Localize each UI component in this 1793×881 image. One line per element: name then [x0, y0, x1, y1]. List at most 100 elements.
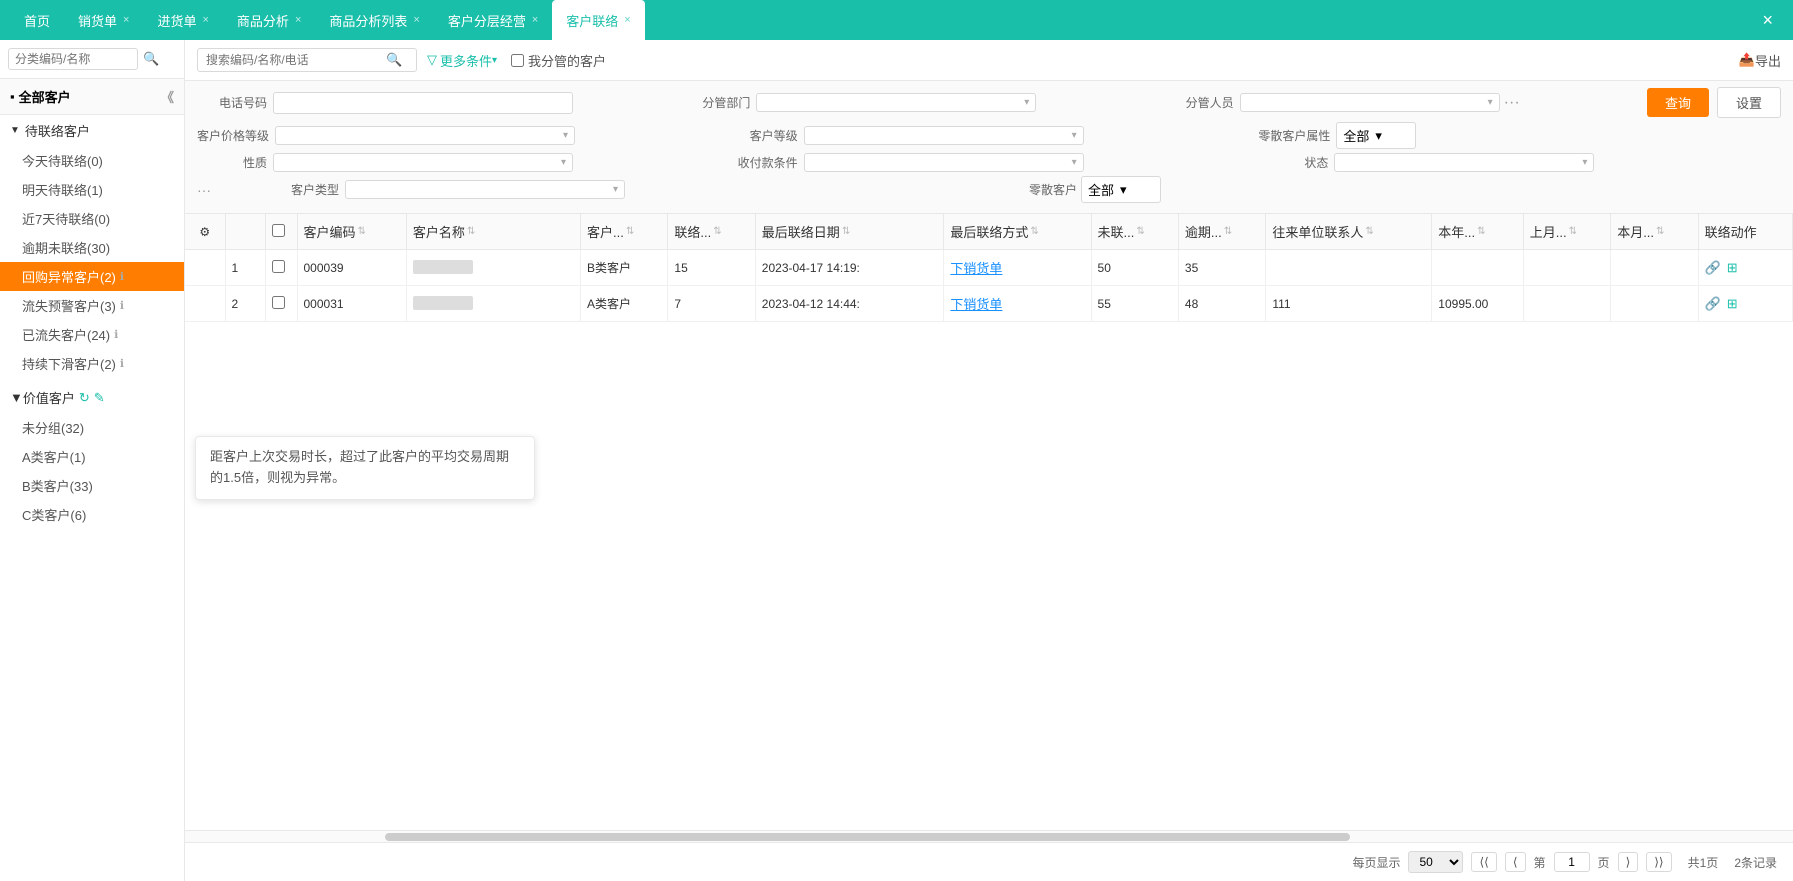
repurchase-info-icon[interactable]: ℹ: [120, 270, 124, 283]
sidebar-item-lost-preview[interactable]: 流失预警客户(3) ℹ: [0, 291, 184, 320]
cell-last-month-1: [1523, 286, 1610, 322]
close-product-analysis-icon[interactable]: ×: [295, 14, 301, 26]
nav-home[interactable]: 首页: [10, 0, 64, 40]
cell-action-1: 🔗 ⊞: [1698, 286, 1792, 322]
nav-purchase[interactable]: 进货单 ×: [143, 0, 222, 40]
gender-select[interactable]: ▾: [273, 153, 573, 172]
pagination-bar: 每页显示 50 100 ⟨⟨ ⟨ 第 页 ⟩ ⟩⟩ 共1页 2条记录: [185, 842, 1793, 881]
close-all-button[interactable]: ×: [1752, 10, 1783, 31]
th-last-month[interactable]: 上月... ⇅: [1523, 214, 1610, 250]
row-checkbox-1[interactable]: [272, 296, 285, 309]
cell-last-method-0[interactable]: 下销货单: [944, 250, 1091, 286]
top-nav: 首页 销货单 × 进货单 × 商品分析 × 商品分析列表 × 客户分层经营 × …: [0, 0, 1793, 40]
phone-input[interactable]: [273, 92, 573, 114]
pending-contact-group[interactable]: ▼ 待联络客户: [0, 115, 184, 146]
th-overdue[interactable]: 逾期... ⇅: [1178, 214, 1265, 250]
th-category[interactable]: 客户... ⇅: [581, 214, 668, 250]
close-product-list-icon[interactable]: ×: [413, 14, 419, 26]
sidebar-item-unclassified[interactable]: 未分组(32): [0, 413, 184, 442]
filter-icon: ▽: [427, 52, 437, 68]
dept-select[interactable]: ▾: [756, 93, 1036, 112]
sidebar-item-7days[interactable]: 近7天待联络(0): [0, 204, 184, 233]
zero-customer-select[interactable]: 全部 ▾: [1081, 176, 1161, 203]
th-contact[interactable]: 联络... ⇅: [668, 214, 755, 250]
zero-customer-attr-select[interactable]: 全部 ▾: [1336, 122, 1416, 149]
person-select[interactable]: ▾: [1240, 93, 1500, 112]
th-last-contact-date[interactable]: 最后联络日期 ⇅: [755, 214, 944, 250]
th-checkbox[interactable]: [265, 214, 297, 250]
payment-select[interactable]: ▾: [804, 153, 1084, 172]
customer-level-select[interactable]: ▾: [804, 126, 1084, 145]
sidebar-item-class-b[interactable]: B类客户(33): [0, 471, 184, 500]
last-method-link-0[interactable]: 下销货单: [950, 261, 1002, 276]
nav-product-analysis-list[interactable]: 商品分析列表 ×: [315, 0, 433, 40]
next-page-btn[interactable]: ⟩: [1618, 852, 1639, 872]
nav-customer-segment[interactable]: 客户分层经营 ×: [434, 0, 552, 40]
select-all-checkbox[interactable]: [272, 224, 285, 237]
my-customers-checkbox-label[interactable]: 我分管的客户: [511, 51, 606, 70]
th-this-month[interactable]: 本月... ⇅: [1611, 214, 1698, 250]
close-sales-icon[interactable]: ×: [123, 14, 129, 26]
settings-button[interactable]: 设置: [1717, 87, 1781, 118]
sidebar-item-tomorrow[interactable]: 明天待联络(1): [0, 175, 184, 204]
sidebar-item-today[interactable]: 今天待联络(0): [0, 146, 184, 175]
main-search-icon[interactable]: 🔍: [386, 52, 402, 68]
sidebar-item-declining[interactable]: 持续下滑客户(2) ℹ: [0, 349, 184, 378]
export-button[interactable]: 📤 导出: [1739, 51, 1781, 70]
refresh-icon[interactable]: ↻: [79, 390, 90, 406]
zero-customer-attr-field: 零散客户属性 全部 ▾: [1258, 122, 1781, 149]
my-customers-checkbox[interactable]: [511, 54, 524, 67]
person-dots[interactable]: ···: [1504, 94, 1520, 112]
per-page-select[interactable]: 50 100: [1408, 851, 1463, 873]
nav-sales[interactable]: 销货单 ×: [64, 0, 143, 40]
close-customer-segment-icon[interactable]: ×: [532, 14, 538, 26]
last-page-btn[interactable]: ⟩⟩: [1646, 852, 1671, 872]
close-customer-contact-icon[interactable]: ×: [624, 14, 630, 26]
sidebar-item-class-c[interactable]: C类客户(6): [0, 500, 184, 529]
th-last-contact-method[interactable]: 最后联络方式 ⇅: [944, 214, 1091, 250]
nav-customer-contact[interactable]: 客户联络 ×: [552, 0, 644, 40]
th-unit-contact[interactable]: 往来单位联系人 ⇅: [1266, 214, 1432, 250]
sidebar-item-overdue[interactable]: 逾期未联络(30): [0, 233, 184, 262]
cell-checkbox-0[interactable]: [265, 250, 297, 286]
close-purchase-icon[interactable]: ×: [202, 14, 208, 26]
lost-preview-info-icon[interactable]: ℹ: [120, 299, 124, 312]
page-number-input[interactable]: [1554, 852, 1590, 872]
nav-product-analysis[interactable]: 商品分析 ×: [223, 0, 315, 40]
cell-checkbox-1[interactable]: [265, 286, 297, 322]
main-search-input[interactable]: [206, 53, 386, 67]
th-this-year[interactable]: 本年... ⇅: [1432, 214, 1524, 250]
price-level-select[interactable]: ▾: [275, 126, 575, 145]
cell-this-year-0: [1432, 250, 1524, 286]
declining-info-icon[interactable]: ℹ: [120, 357, 124, 370]
sidebar-item-repurchase[interactable]: 回购异常客户(2) ℹ: [0, 262, 184, 291]
edit-group-icon[interactable]: ✎: [94, 390, 105, 406]
action-grid-icon-0[interactable]: ⊞: [1727, 260, 1738, 276]
cell-last-method-1[interactable]: 下销货单: [944, 286, 1091, 322]
action-link-icon-0[interactable]: 🔗: [1705, 260, 1721, 276]
th-name[interactable]: 客户名称 ⇅: [406, 214, 580, 250]
prev-page-btn[interactable]: ⟨: [1505, 852, 1526, 872]
th-settings[interactable]: ⚙: [185, 214, 225, 250]
sidebar-search-input[interactable]: [8, 48, 138, 70]
query-button[interactable]: 查询: [1647, 88, 1709, 117]
sidebar-search-icon[interactable]: 🔍: [143, 51, 159, 67]
action-link-icon-1[interactable]: 🔗: [1705, 296, 1721, 312]
table-row: 1 000039 B类客户 15 2023-04-17 14:19: 下销货单 …: [185, 250, 1793, 286]
first-page-btn[interactable]: ⟨⟨: [1471, 852, 1496, 872]
more-conditions-btn[interactable]: ▽ 更多条件 ▾: [427, 51, 497, 70]
sidebar-item-class-a[interactable]: A类客户(1): [0, 442, 184, 471]
sidebar-item-already-lost[interactable]: 已流失客户(24) ℹ: [0, 320, 184, 349]
more-dots[interactable]: ···: [197, 182, 211, 198]
th-uncontacted[interactable]: 未联... ⇅: [1091, 214, 1178, 250]
action-grid-icon-1[interactable]: ⊞: [1727, 296, 1738, 312]
row-checkbox-0[interactable]: [272, 260, 285, 273]
last-method-link-1[interactable]: 下销货单: [950, 297, 1002, 312]
status-select[interactable]: ▾: [1334, 153, 1594, 172]
sort-unit-icon: ⇅: [1365, 226, 1373, 237]
th-code[interactable]: 客户编码 ⇅: [297, 214, 406, 250]
customer-type-select[interactable]: ▾: [345, 180, 625, 199]
value-customers-group[interactable]: ▼ 价值客户 ↻ ✎: [0, 382, 184, 413]
collapse-icon[interactable]: 《: [161, 87, 174, 106]
already-lost-info-icon[interactable]: ℹ: [114, 328, 118, 341]
